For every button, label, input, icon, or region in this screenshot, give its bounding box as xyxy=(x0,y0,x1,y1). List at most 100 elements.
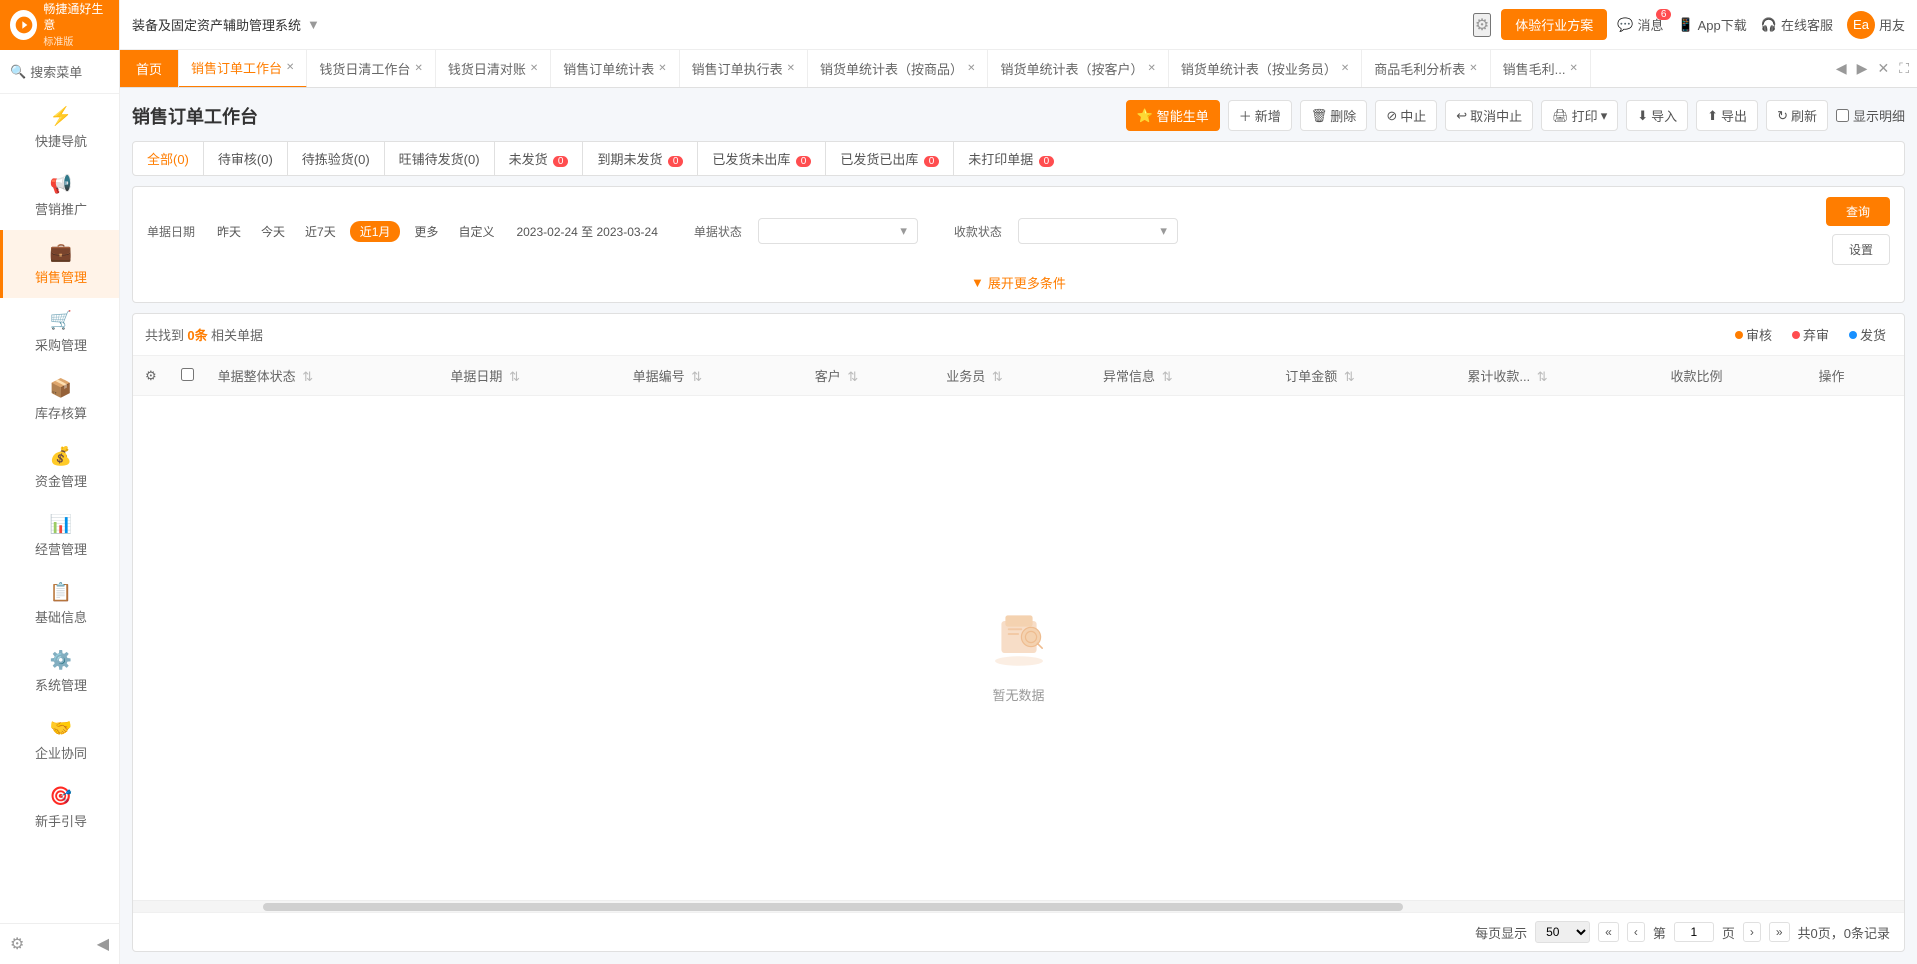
date-sort-icon[interactable]: ⇅ xyxy=(509,369,520,384)
tabs-prev-button[interactable]: ◀ xyxy=(1832,58,1851,79)
per-page-select[interactable]: 50 100 200 xyxy=(1535,921,1590,943)
sidebar-item-operation[interactable]: 📊 经营管理 xyxy=(0,502,119,570)
add-button[interactable]: ＋ 新增 xyxy=(1228,100,1292,131)
sub-tab-pending-check[interactable]: 待拣验货(0) xyxy=(288,142,385,175)
tab-gross-profit-close[interactable]: ✕ xyxy=(1469,63,1477,74)
topbar-settings-button[interactable]: ⚙ xyxy=(1473,13,1491,37)
tab-cash-daily[interactable]: 钱货日清工作台 ✕ xyxy=(307,50,435,88)
tab-sales-summary-product[interactable]: 销货单统计表（按商品） ✕ xyxy=(808,50,988,88)
expand-filter-button[interactable]: ▼ 展开更多条件 xyxy=(971,273,1066,292)
set-button[interactable]: 设置 xyxy=(1832,234,1890,265)
sub-tab-expired-not-shipped[interactable]: 到期未发货 0 xyxy=(583,142,698,175)
horizontal-scrollbar[interactable] xyxy=(133,900,1904,912)
tab-cash-daily-close[interactable]: ✕ xyxy=(414,63,422,74)
sub-tab-shipped-out[interactable]: 已发货已出库 0 xyxy=(826,142,954,175)
date-opt-custom[interactable]: 自定义 xyxy=(452,221,500,242)
sidebar-item-inventory[interactable]: 📦 库存核算 xyxy=(0,366,119,434)
refresh-button[interactable]: ↻ 刷新 xyxy=(1766,100,1828,131)
tab-sales-stat[interactable]: 销售订单统计表 ✕ xyxy=(551,50,679,88)
customer-sort-icon[interactable]: ⇅ xyxy=(847,369,858,384)
user-item[interactable]: Ea 用友 xyxy=(1847,11,1905,39)
date-opt-yesterday[interactable]: 昨天 xyxy=(211,221,247,242)
import-button[interactable]: ⬇ 导入 xyxy=(1626,100,1688,131)
tab-sales-more[interactable]: 销售毛利... ✕ xyxy=(1491,50,1591,88)
delete-button[interactable]: 🗑 删除 xyxy=(1300,100,1368,131)
tab-gross-profit[interactable]: 商品毛利分析表 ✕ xyxy=(1362,50,1490,88)
sidebar-item-finance[interactable]: 💰 资金管理 xyxy=(0,434,119,502)
exception-sort-icon[interactable]: ⇅ xyxy=(1162,369,1173,384)
cancel-review-action-button[interactable]: 弃审 xyxy=(1786,322,1835,347)
tab-sales-summary-staff[interactable]: 销货单统计表（按业务员） ✕ xyxy=(1169,50,1362,88)
search-menu-button[interactable]: 🔍 搜索菜单 xyxy=(6,58,113,85)
scroll-thumb[interactable] xyxy=(263,903,1403,911)
detail-checkbox[interactable] xyxy=(1836,109,1849,122)
page-next-button[interactable]: › xyxy=(1743,922,1761,942)
sidebar-item-basic[interactable]: 📋 基础信息 xyxy=(0,570,119,638)
sub-tab-shipped-not-out[interactable]: 已发货未出库 0 xyxy=(698,142,826,175)
status-select[interactable]: ▾ xyxy=(758,218,918,244)
sidebar-item-system[interactable]: ⚙️ 系统管理 xyxy=(0,638,119,706)
tab-summary-staff-close[interactable]: ✕ xyxy=(1341,63,1349,74)
tab-cash-reconcile[interactable]: 钱货日清对账 ✕ xyxy=(436,50,551,88)
settings-bottom-button[interactable]: ⚙ xyxy=(10,934,24,954)
amount-sort-icon[interactable]: ⇅ xyxy=(1344,369,1355,384)
tab-summary-customer-close[interactable]: ✕ xyxy=(1147,63,1155,74)
detail-checkbox-label[interactable]: 显示明细 xyxy=(1836,106,1905,125)
sub-tab-wangpu[interactable]: 旺铺待发货(0) xyxy=(385,142,495,175)
date-opt-today[interactable]: 今天 xyxy=(255,221,291,242)
tabs-fullscreen-button[interactable]: ⛶ xyxy=(1895,58,1913,79)
sidebar-item-purchase[interactable]: 🛒 采购管理 xyxy=(0,298,119,366)
sidebar-item-enterprise[interactable]: 🤝 企业协同 xyxy=(0,706,119,774)
date-opt-7days[interactable]: 近7天 xyxy=(299,221,342,242)
ship-action-button[interactable]: 发货 xyxy=(1843,322,1892,347)
message-item[interactable]: 💬 消息 6 xyxy=(1617,15,1663,34)
staff-sort-icon[interactable]: ⇅ xyxy=(992,369,1003,384)
sidebar-item-quick-nav[interactable]: ⚡ 快捷导航 xyxy=(0,94,119,162)
collapse-button[interactable]: ◀ xyxy=(97,934,109,954)
col-settings[interactable]: ⚙ xyxy=(133,356,169,396)
sidebar-item-guide[interactable]: 🎯 新手引导 xyxy=(0,774,119,842)
collected-sort-icon[interactable]: ⇅ xyxy=(1537,369,1548,384)
solution-button[interactable]: 体验行业方案 xyxy=(1501,9,1607,40)
purchase-icon: 🛒 xyxy=(50,310,72,331)
print-button[interactable]: 🖨 打印 ▾ xyxy=(1541,100,1618,131)
tab-sales-summary-customer[interactable]: 销货单统计表（按客户） ✕ xyxy=(988,50,1168,88)
tab-home[interactable]: 首页 xyxy=(120,50,179,88)
tab-summary-product-close[interactable]: ✕ xyxy=(967,63,975,74)
cancel-stop-button[interactable]: ↩ 取消中止 xyxy=(1445,100,1533,131)
page-input[interactable] xyxy=(1674,922,1714,942)
page-prev-button[interactable]: ‹ xyxy=(1627,922,1645,942)
sidebar-item-marketing[interactable]: 📢 营销推广 xyxy=(0,162,119,230)
tab-sales-exec-close[interactable]: ✕ xyxy=(787,63,795,74)
online-service-item[interactable]: 🎧 在线客服 xyxy=(1761,15,1833,34)
smart-create-button[interactable]: ⭐ 智能生单 xyxy=(1126,100,1220,131)
tabs-next-button[interactable]: ▶ xyxy=(1853,58,1872,79)
query-button[interactable]: 查询 xyxy=(1826,197,1890,226)
topbar-dropdown-arrow[interactable]: ▼ xyxy=(307,17,320,32)
sidebar-item-sales[interactable]: 💼 销售管理 xyxy=(0,230,119,298)
page-last-button[interactable]: » xyxy=(1769,922,1790,942)
select-all-checkbox[interactable] xyxy=(181,368,194,381)
tab-sales-workbench-close[interactable]: ✕ xyxy=(286,62,294,73)
status-select-arrow: ▾ xyxy=(900,223,907,239)
sub-tab-not-shipped[interactable]: 未发货 0 xyxy=(495,142,584,175)
tab-sales-stat-close[interactable]: ✕ xyxy=(658,63,666,74)
tab-cash-reconcile-close[interactable]: ✕ xyxy=(530,63,538,74)
payment-select[interactable]: ▾ xyxy=(1018,218,1178,244)
date-opt-1month[interactable]: 近1月 xyxy=(350,221,401,242)
sub-tab-not-printed[interactable]: 未打印单据 0 xyxy=(954,142,1068,175)
stop-button[interactable]: ⊘ 中止 xyxy=(1375,100,1437,131)
number-sort-icon[interactable]: ⇅ xyxy=(691,369,702,384)
tabs-close-button[interactable]: ✕ xyxy=(1873,58,1893,79)
tab-sales-workbench[interactable]: 销售订单工作台 ✕ xyxy=(179,50,307,88)
tab-sales-more-close[interactable]: ✕ xyxy=(1570,63,1578,74)
tab-sales-exec[interactable]: 销售订单执行表 ✕ xyxy=(680,50,808,88)
sub-tab-pending-review[interactable]: 待审核(0) xyxy=(204,142,288,175)
sub-tab-all[interactable]: 全部(0) xyxy=(133,142,204,175)
export-button[interactable]: ⬆ 导出 xyxy=(1696,100,1758,131)
page-first-button[interactable]: « xyxy=(1598,922,1619,942)
status-sort-icon[interactable]: ⇅ xyxy=(302,369,313,384)
app-download-item[interactable]: 📱 App下载 xyxy=(1677,15,1746,34)
review-action-button[interactable]: 审核 xyxy=(1729,322,1778,347)
date-opt-more[interactable]: 更多 xyxy=(408,221,444,242)
